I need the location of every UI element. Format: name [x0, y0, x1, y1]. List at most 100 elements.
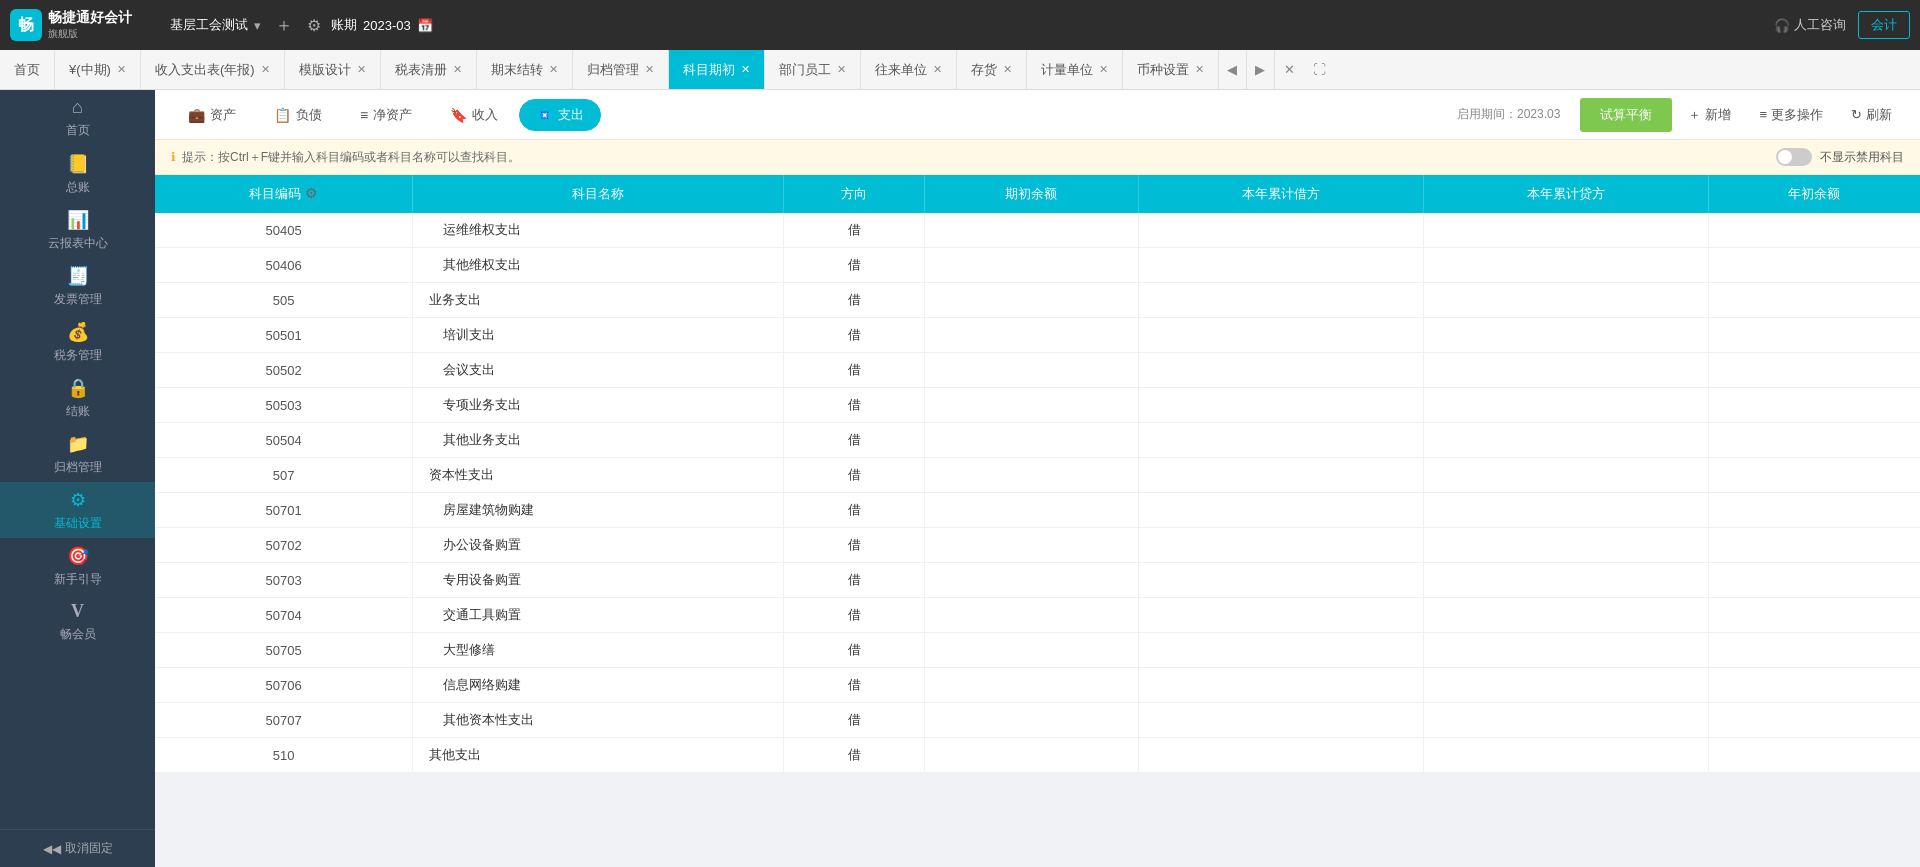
help-button[interactable]: 🎧 人工咨询 — [1774, 16, 1846, 34]
tab-prev-button[interactable]: ◀ — [1219, 50, 1247, 90]
toggle-disabled-subjects[interactable]: 不显示禁用科目 — [1776, 148, 1904, 166]
table-row[interactable]: 510 其他支出 借 — [155, 738, 1920, 773]
sidebar-item-basic[interactable]: ⚙ 基础设置 — [0, 482, 155, 538]
close-icon[interactable]: ✕ — [453, 63, 462, 76]
sidebar-item-label: 发票管理 — [54, 291, 102, 308]
tab-next-button[interactable]: ▶ — [1247, 50, 1275, 90]
sidebar-item-archive[interactable]: 📁 归档管理 — [0, 426, 155, 482]
tab-currency[interactable]: 币种设置 ✕ — [1123, 50, 1219, 90]
close-icon[interactable]: ✕ — [1003, 63, 1012, 76]
tab-archive[interactable]: 归档管理 ✕ — [573, 50, 669, 90]
table-row[interactable]: 505 业务支出 借 — [155, 283, 1920, 318]
cell-direction: 借 — [784, 283, 925, 318]
table-row[interactable]: 50501 培训支出 借 — [155, 318, 1920, 353]
tab-subject-init[interactable]: 科目期初 ✕ — [669, 50, 765, 90]
cell-opening — [1708, 668, 1920, 703]
cell-opening — [1708, 353, 1920, 388]
sidebar-item-home[interactable]: ⌂ 首页 — [0, 90, 155, 146]
sub-tab-net-asset[interactable]: ≡ 净资产 — [343, 99, 429, 131]
settings-icon[interactable]: ⚙ — [307, 16, 321, 35]
tab-balance-mid[interactable]: ¥(中期) ✕ — [55, 50, 141, 90]
close-icon[interactable]: ✕ — [1099, 63, 1108, 76]
sidebar-item-closing[interactable]: 🔒 结账 — [0, 370, 155, 426]
cell-code: 50705 — [155, 633, 413, 668]
cell-direction: 借 — [784, 213, 925, 248]
close-icon[interactable]: ✕ — [837, 63, 846, 76]
table-row[interactable]: 50705 大型修缮 借 — [155, 633, 1920, 668]
cell-direction: 借 — [784, 318, 925, 353]
cell-period-opening — [925, 528, 1138, 563]
table-row[interactable]: 50704 交通工具购置 借 — [155, 598, 1920, 633]
close-icon[interactable]: ✕ — [1195, 63, 1204, 76]
balance-button[interactable]: 试算平衡 — [1580, 98, 1672, 132]
cell-ytd-credit — [1423, 248, 1708, 283]
cell-code: 50502 — [155, 353, 413, 388]
table-row[interactable]: 50406 其他维权支出 借 — [155, 248, 1920, 283]
table-row[interactable]: 50701 房屋建筑物购建 借 — [155, 493, 1920, 528]
table-row[interactable]: 50502 会议支出 借 — [155, 353, 1920, 388]
account-button[interactable]: 会计 — [1858, 11, 1910, 39]
period-info-label: 启用期间：2023.03 — [1457, 106, 1560, 123]
expand-icon[interactable]: ⛶ — [1305, 50, 1335, 90]
tab-department[interactable]: 部门员工 ✕ — [765, 50, 861, 90]
table-row[interactable]: 50702 办公设备购置 借 — [155, 528, 1920, 563]
cell-opening — [1708, 633, 1920, 668]
tab-income-annual[interactable]: 收入支出表(年报) ✕ — [141, 50, 285, 90]
sidebar-item-tax[interactable]: 💰 税务管理 — [0, 314, 155, 370]
sidebar: ⌂ 首页 📒 总账 📊 云报表中心 🧾 发票管理 💰 税务管理 🔒 结账 📁 归… — [0, 90, 155, 867]
tab-tax-clear[interactable]: 税表清册 ✕ — [381, 50, 477, 90]
close-icon[interactable]: ✕ — [117, 63, 126, 76]
cell-period-opening — [925, 598, 1138, 633]
toggle-switch[interactable] — [1776, 148, 1812, 166]
sidebar-item-report[interactable]: 📊 云报表中心 — [0, 202, 155, 258]
table-header-row: 科目编码 ⚙ 科目名称 方向 期初余额 本年累计借方 本年累计贷方 年初余额 — [155, 175, 1920, 213]
table-row[interactable]: 50706 信息网络购建 借 — [155, 668, 1920, 703]
cell-name: 其他业务支出 — [413, 423, 784, 458]
sub-tab-asset[interactable]: 💼 资产 — [171, 99, 253, 131]
sub-tab-expenditure[interactable]: 💠 支出 — [519, 99, 601, 131]
add-button[interactable]: ＋ 新增 — [1676, 100, 1743, 130]
cell-period-opening — [925, 353, 1138, 388]
cell-name: 专用设备购置 — [413, 563, 784, 598]
tab-inventory[interactable]: 存货 ✕ — [957, 50, 1027, 90]
close-icon[interactable]: ✕ — [933, 63, 942, 76]
tab-partner[interactable]: 往来单位 ✕ — [861, 50, 957, 90]
company-selector[interactable]: 基层工会测试 ▾ — [170, 16, 261, 34]
close-icon[interactable]: ✕ — [741, 63, 750, 76]
cell-opening — [1708, 598, 1920, 633]
close-icon[interactable]: ✕ — [357, 63, 366, 76]
more-actions-button[interactable]: ≡ 更多操作 — [1747, 100, 1835, 130]
table-row[interactable]: 50405 运维维权支出 借 — [155, 213, 1920, 248]
tab-template[interactable]: 模版设计 ✕ — [285, 50, 381, 90]
table-row[interactable]: 507 资本性支出 借 — [155, 458, 1920, 493]
table-row[interactable]: 50703 专用设备购置 借 — [155, 563, 1920, 598]
sub-tab-label: 收入 — [472, 106, 498, 124]
table-row[interactable]: 50707 其他资本性支出 借 — [155, 703, 1920, 738]
pin-toggle[interactable]: ◀◀ 取消固定 — [0, 829, 155, 867]
sidebar-item-guide[interactable]: 🎯 新手引导 — [0, 538, 155, 594]
sidebar-item-ledger[interactable]: 📒 总账 — [0, 146, 155, 202]
cell-ytd-credit — [1423, 633, 1708, 668]
close-icon[interactable]: ✕ — [261, 63, 270, 76]
headset-icon: 🎧 — [1774, 18, 1790, 33]
tab-period-end[interactable]: 期末结转 ✕ — [477, 50, 573, 90]
cell-ytd-credit — [1423, 563, 1708, 598]
sidebar-item-vip[interactable]: V 畅会员 — [0, 594, 155, 650]
close-icon[interactable]: ✕ — [645, 63, 654, 76]
sub-tab-income[interactable]: 🔖 收入 — [433, 99, 515, 131]
tab-unit[interactable]: 计量单位 ✕ — [1027, 50, 1123, 90]
close-icon[interactable]: ✕ — [549, 63, 558, 76]
column-settings-icon[interactable]: ⚙ — [305, 185, 318, 201]
refresh-button[interactable]: ↻ 刷新 — [1839, 100, 1904, 130]
table-row[interactable]: 50503 专项业务支出 借 — [155, 388, 1920, 423]
table-row[interactable]: 50504 其他业务支出 借 — [155, 423, 1920, 458]
info-icon: ℹ — [171, 150, 176, 164]
sidebar-item-invoice[interactable]: 🧾 发票管理 — [0, 258, 155, 314]
cell-direction: 借 — [784, 248, 925, 283]
sub-tab-liability[interactable]: 📋 负债 — [257, 99, 339, 131]
close-all-tabs-button[interactable]: ✕ — [1275, 50, 1305, 90]
tab-home[interactable]: 首页 — [0, 50, 55, 90]
sub-tab-label: 净资产 — [373, 106, 412, 124]
add-tab-button[interactable]: ＋ — [271, 13, 297, 37]
calendar-icon[interactable]: 📅 — [417, 18, 433, 33]
